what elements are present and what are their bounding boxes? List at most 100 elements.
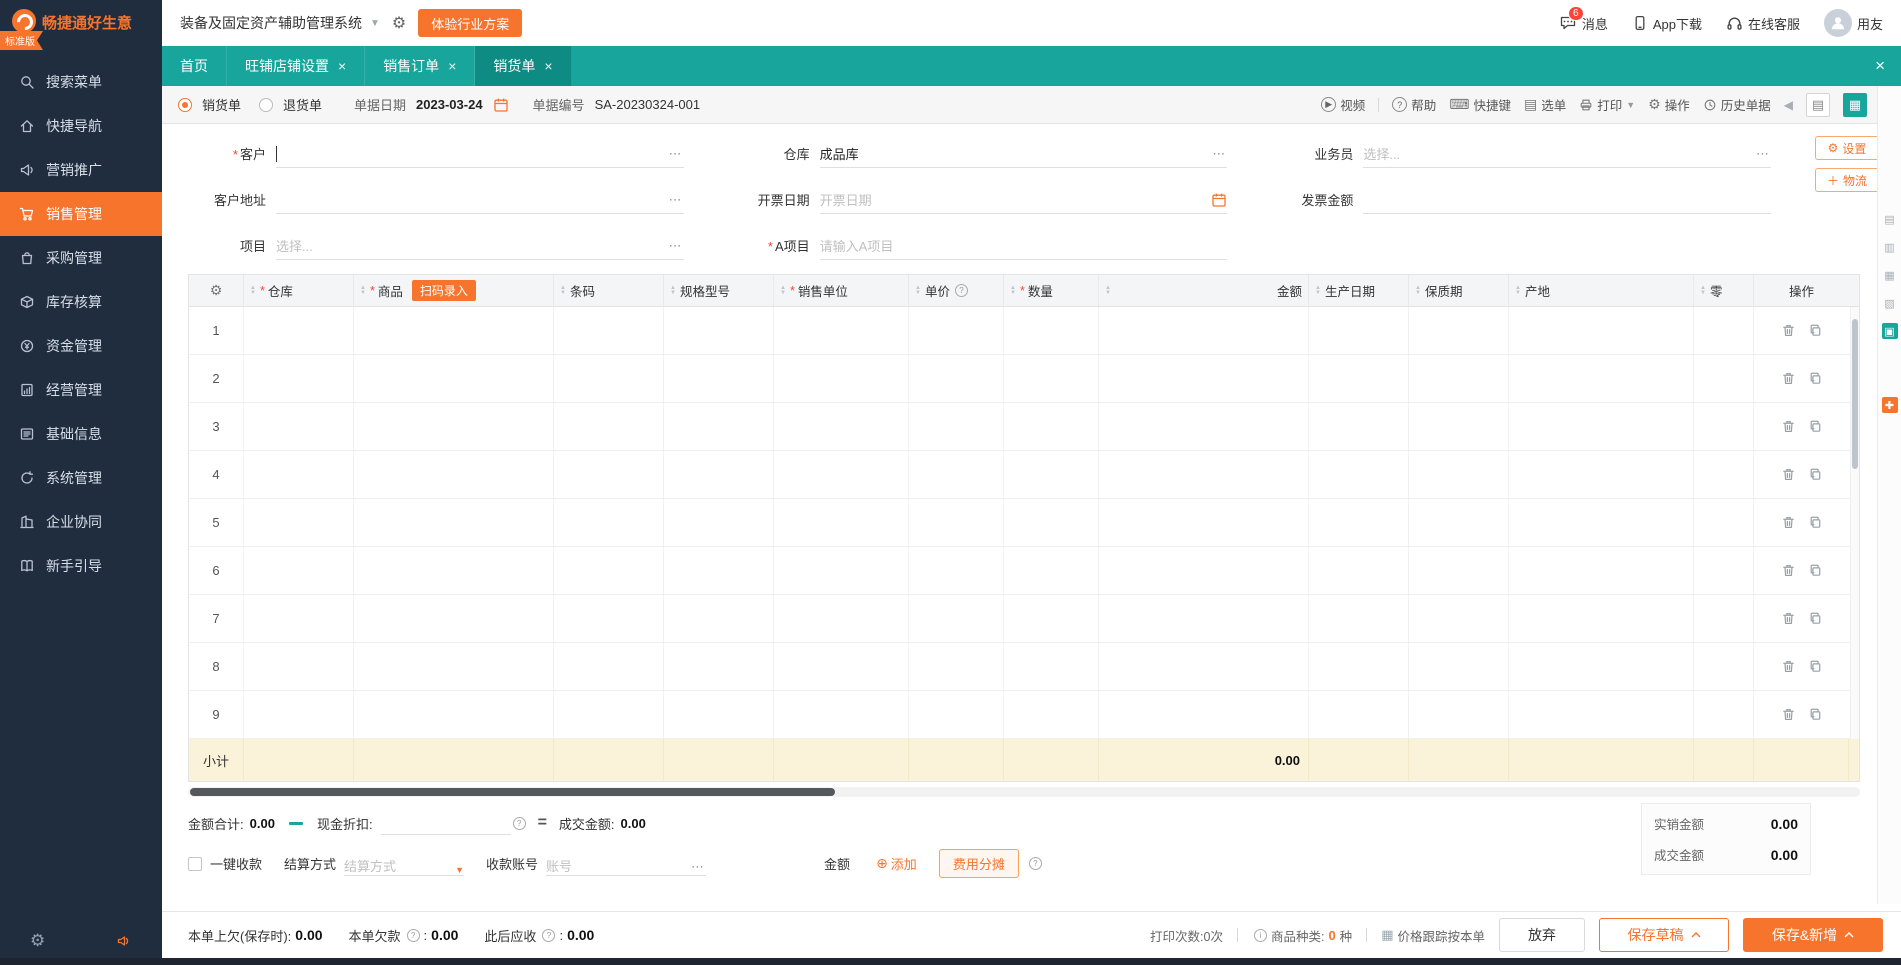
cell-qty[interactable] <box>1004 307 1099 354</box>
cell-unit[interactable] <box>774 451 909 498</box>
cell-warehouse[interactable] <box>244 451 354 498</box>
column-settings-icon[interactable]: ⚙ <box>210 282 223 299</box>
account-field[interactable]: 账号 ⋯ <box>546 852 707 876</box>
cell-amount[interactable] <box>1099 451 1309 498</box>
cell-warehouse[interactable] <box>244 643 354 690</box>
cell-product[interactable] <box>354 547 554 594</box>
cell-prod-date[interactable] <box>1309 547 1409 594</box>
sidebar-item-inventory[interactable]: 库存核算 <box>0 280 162 324</box>
system-select[interactable]: 装备及固定资产辅助管理系统 ▼ <box>180 13 380 33</box>
cell-shelf-life[interactable] <box>1409 307 1509 354</box>
cell-amount[interactable] <box>1099 691 1309 738</box>
picker-ellipsis-icon[interactable]: ⋯ <box>1212 146 1227 162</box>
cell-warehouse[interactable] <box>244 691 354 738</box>
cell-retail[interactable] <box>1694 307 1754 354</box>
cell-price[interactable] <box>909 355 1004 402</box>
column-origin[interactable]: ▲ ▼ 产地 <box>1509 275 1694 306</box>
cell-warehouse[interactable] <box>244 403 354 450</box>
sidebar-item-quick-nav[interactable]: 快捷导航 <box>0 104 162 148</box>
cell-barcode[interactable] <box>554 403 664 450</box>
cell-product[interactable] <box>354 451 554 498</box>
view-list-toggle[interactable]: ▤ <box>1806 92 1830 117</box>
sidebar-item-marketing[interactable]: 营销推广 <box>0 148 162 192</box>
delete-row-icon[interactable] <box>1781 467 1796 482</box>
collapse-left-icon[interactable]: ◀ <box>1784 98 1793 112</box>
sidebar-item-funds[interactable]: 资金管理 <box>0 324 162 368</box>
tab-close-icon[interactable]: × <box>544 58 552 74</box>
cell-barcode[interactable] <box>554 451 664 498</box>
delete-row-icon[interactable] <box>1781 371 1796 386</box>
sidebar-item-operation[interactable]: 经营管理 <box>0 368 162 412</box>
help-icon[interactable]: ? <box>542 928 556 942</box>
cell-shelf-life[interactable] <box>1409 499 1509 546</box>
cell-price[interactable] <box>909 643 1004 690</box>
cell-product[interactable] <box>354 355 554 402</box>
cell-origin[interactable] <box>1509 691 1694 738</box>
cost-share-button[interactable]: 费用分摊 <box>938 849 1019 878</box>
picker-ellipsis-icon[interactable]: ⋯ <box>669 192 684 208</box>
doc-no-value[interactable]: SA-20230324-001 <box>595 97 701 112</box>
sort-icon[interactable]: ▲ ▼ <box>1315 285 1321 295</box>
column-shelf-life[interactable]: ▲ ▼ 保质期 <box>1409 275 1509 306</box>
cell-qty[interactable] <box>1004 595 1099 642</box>
history-button[interactable]: 历史单据 <box>1703 95 1771 114</box>
cell-spec[interactable] <box>664 499 774 546</box>
vertical-scrollbar[interactable] <box>1850 307 1859 739</box>
delete-row-icon[interactable] <box>1781 707 1796 722</box>
tab-2[interactable]: 销售订单 × <box>365 46 476 86</box>
cell-price[interactable] <box>909 499 1004 546</box>
cell-barcode[interactable] <box>554 355 664 402</box>
tab-0[interactable]: 首页 <box>162 46 227 86</box>
cell-product[interactable] <box>354 307 554 354</box>
delete-row-icon[interactable] <box>1781 563 1796 578</box>
copy-row-icon[interactable] <box>1808 659 1823 674</box>
column-amount[interactable]: ▲ ▼ 金额 <box>1099 275 1309 306</box>
delete-row-icon[interactable] <box>1781 515 1796 530</box>
column-barcode[interactable]: ▲ ▼ 条码 <box>554 275 664 306</box>
cell-spec[interactable] <box>664 355 774 402</box>
sidebar-item-guide[interactable]: 新手引导 <box>0 544 162 588</box>
copy-row-icon[interactable] <box>1808 563 1823 578</box>
customer-field[interactable]: ⋯ <box>276 140 684 168</box>
sidebar-item-system[interactable]: 系统管理 <box>0 456 162 500</box>
help-button[interactable]: ? 帮助 <box>1392 95 1436 114</box>
cell-barcode[interactable] <box>554 307 664 354</box>
cell-spec[interactable] <box>664 307 774 354</box>
sort-icon[interactable]: ▲ ▼ <box>1700 285 1706 295</box>
address-field[interactable]: ⋯ <box>276 186 684 214</box>
vertical-scrollbar-thumb[interactable] <box>1852 319 1858 469</box>
cell-unit[interactable] <box>774 595 909 642</box>
user-item[interactable]: 用友 <box>1823 9 1883 37</box>
cell-warehouse[interactable] <box>244 355 354 402</box>
scan-input-button[interactable]: 扫码录入 <box>411 280 476 301</box>
column-prod-date[interactable]: ▲ ▼ 生产日期 <box>1309 275 1409 306</box>
sort-icon[interactable]: ▲ ▼ <box>560 285 566 295</box>
invoice-amount-field[interactable] <box>1363 186 1771 214</box>
cell-warehouse[interactable] <box>244 547 354 594</box>
cell-retail[interactable] <box>1694 547 1754 594</box>
picker-ellipsis-icon[interactable]: ⋯ <box>691 859 706 875</box>
settings-button[interactable]: ⚙ 设置 <box>1815 136 1879 160</box>
cell-amount[interactable] <box>1099 355 1309 402</box>
settings-gear-icon[interactable]: ⚙ <box>30 931 45 951</box>
sidebar-item-purchase[interactable]: 采购管理 <box>0 236 162 280</box>
cell-product[interactable] <box>354 595 554 642</box>
cell-prod-date[interactable] <box>1309 595 1409 642</box>
sort-icon[interactable]: ▲ ▼ <box>780 285 786 295</box>
cell-prod-date[interactable] <box>1309 403 1409 450</box>
cell-amount[interactable] <box>1099 307 1309 354</box>
copy-row-icon[interactable] <box>1808 707 1823 722</box>
cell-shelf-life[interactable] <box>1409 691 1509 738</box>
tab-3[interactable]: 销货单 × <box>475 46 572 86</box>
hotkey-button[interactable]: ⌨ 快捷键 <box>1449 95 1511 114</box>
sidebar-item-sales[interactable]: 销售管理 <box>0 192 162 236</box>
cell-prod-date[interactable] <box>1309 691 1409 738</box>
column-product[interactable]: ▲ ▼ * 商品 扫码录入 <box>354 275 554 306</box>
cell-retail[interactable] <box>1694 691 1754 738</box>
side-panel-active-icon[interactable]: ▣ <box>1881 323 1898 339</box>
online-service-item[interactable]: 在线客服 <box>1726 14 1800 33</box>
sidebar-item-enterprise[interactable]: 企业协同 <box>0 500 162 544</box>
radio-sale-order[interactable] <box>178 97 192 112</box>
calendar-icon[interactable] <box>1211 192 1227 208</box>
cell-amount[interactable] <box>1099 403 1309 450</box>
